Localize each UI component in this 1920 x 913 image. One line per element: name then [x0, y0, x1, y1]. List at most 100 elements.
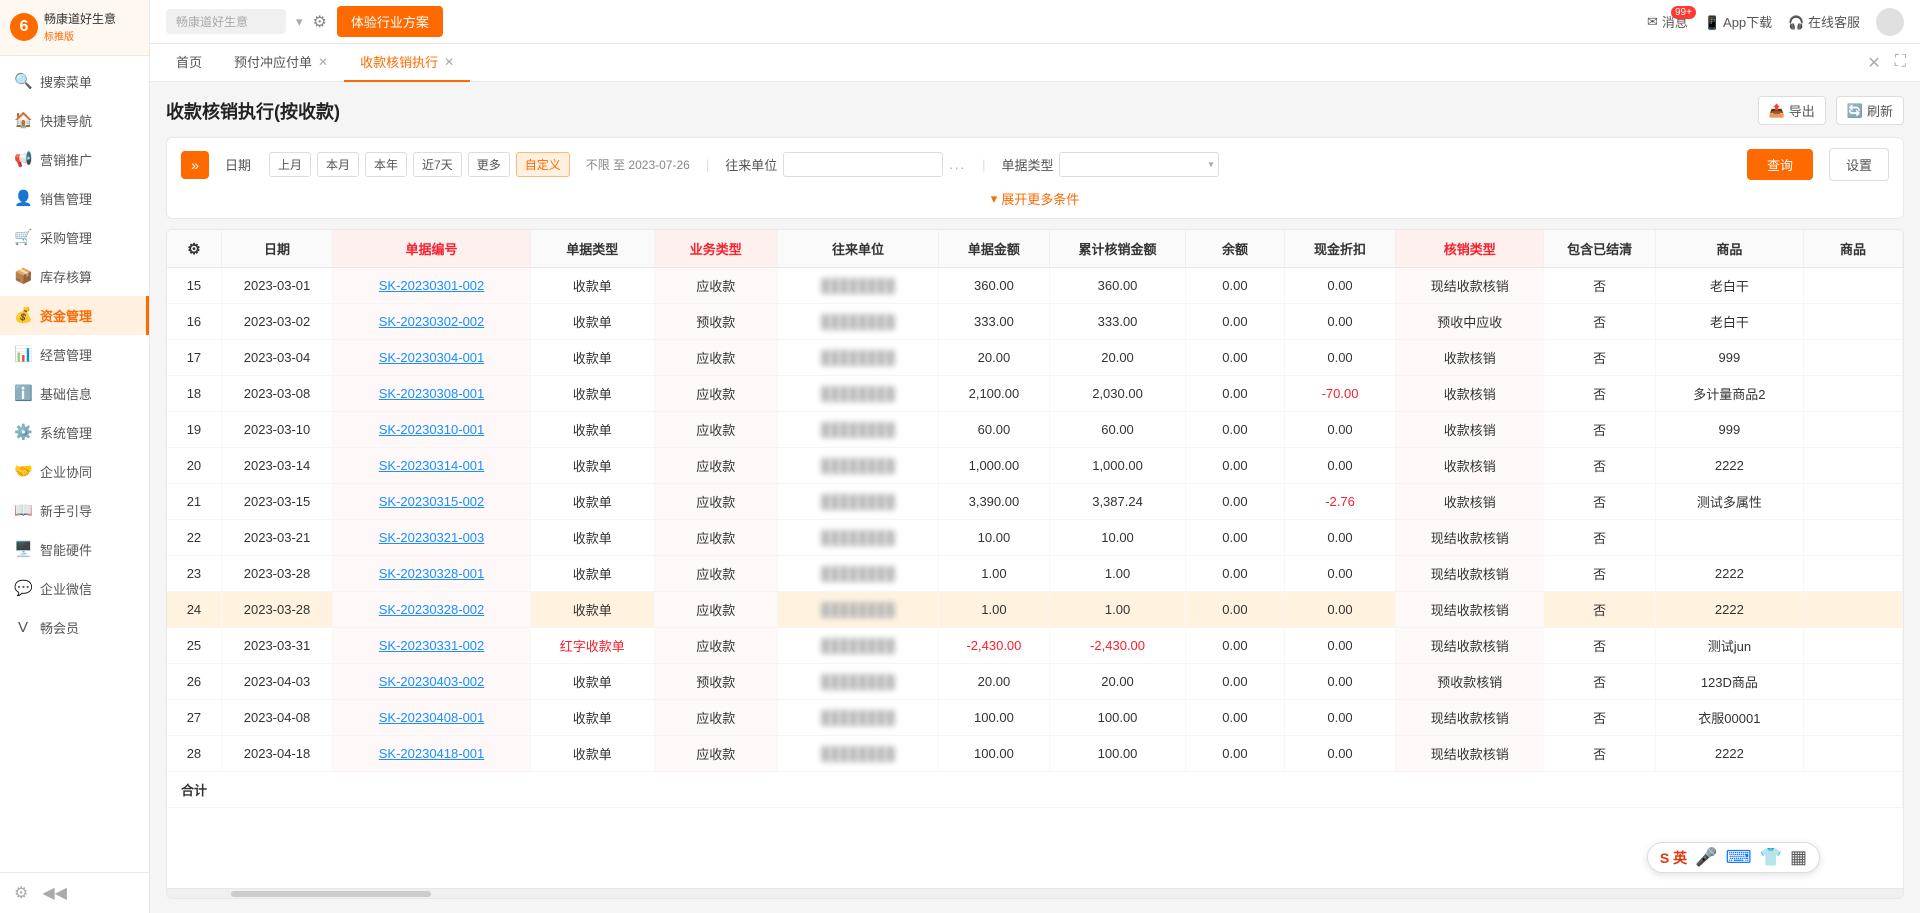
- sidebar-logo: 6 畅康道好生意 标推版: [0, 0, 149, 56]
- doc-no-link[interactable]: SK-20230328-002: [379, 602, 485, 617]
- tab-home[interactable]: 首页: [160, 44, 218, 82]
- sidebar-item-operations[interactable]: 📊经营管理: [0, 335, 149, 374]
- table-row[interactable]: 152023-03-01SK-20230301-002收款单应收款███████…: [167, 268, 1903, 304]
- refresh-button[interactable]: 🔄 刷新: [1836, 96, 1904, 125]
- sidebar-item-cooperation[interactable]: 🤝企业协同: [0, 452, 149, 491]
- table-row[interactable]: 212023-03-15SK-20230315-002收款单应收款███████…: [167, 484, 1903, 520]
- partner-input[interactable]: [783, 152, 943, 177]
- ime-mic-icon[interactable]: 🎤: [1695, 847, 1717, 868]
- cell-doc-no[interactable]: SK-20230314-001: [333, 448, 531, 484]
- doc-no-link[interactable]: SK-20230314-001: [379, 458, 485, 473]
- doc-no-link[interactable]: SK-20230304-001: [379, 350, 485, 365]
- date-custom-button[interactable]: 自定义: [516, 152, 570, 177]
- tab-close-receipt[interactable]: ✕: [444, 55, 454, 69]
- table-row[interactable]: 262023-04-03SK-20230403-002收款单预收款███████…: [167, 664, 1903, 700]
- sidebar-item-search[interactable]: 🔍搜索菜单: [0, 62, 149, 101]
- doc-no-link[interactable]: SK-20230321-003: [379, 530, 485, 545]
- table-scroll-area[interactable]: ⚙日期单据编号单据类型业务类型往来单位单据金额累计核销金额余额现金折扣核销类型包…: [167, 230, 1903, 888]
- cell-doc-no[interactable]: SK-20230302-002: [333, 304, 531, 340]
- cell-doc-no[interactable]: SK-20230408-001: [333, 700, 531, 736]
- messages-button[interactable]: ✉ 消息 99+: [1647, 12, 1688, 31]
- cell-doc-no[interactable]: SK-20230328-001: [333, 556, 531, 592]
- ime-grid-icon[interactable]: ▦: [1790, 847, 1807, 868]
- doc-no-link[interactable]: SK-20230331-002: [379, 638, 485, 653]
- sidebar-item-sales[interactable]: 👤销售管理: [0, 179, 149, 218]
- cell-doc-no[interactable]: SK-20230328-002: [333, 592, 531, 628]
- sidebar-item-marketing[interactable]: 📢营销推广: [0, 140, 149, 179]
- sidebar-item-basics[interactable]: ℹ️基础信息: [0, 374, 149, 413]
- doc-no-link[interactable]: SK-20230408-001: [379, 710, 485, 725]
- sidebar-item-member[interactable]: V畅会员: [0, 608, 149, 647]
- sidebar-item-guide[interactable]: 📖新手引导: [0, 491, 149, 530]
- date-option-0[interactable]: 上月: [269, 152, 311, 177]
- table-row[interactable]: 282023-04-18SK-20230418-001收款单应收款███████…: [167, 736, 1903, 772]
- date-option-2[interactable]: 本年: [365, 152, 407, 177]
- close-window-icon[interactable]: ✕: [1863, 49, 1884, 77]
- table-row[interactable]: 202023-03-14SK-20230314-001收款单应收款███████…: [167, 448, 1903, 484]
- expand-filters-button[interactable]: ▾ 展开更多条件: [181, 189, 1889, 208]
- settings-button[interactable]: 设置: [1829, 148, 1889, 181]
- sidebar-item-system[interactable]: ⚙️系统管理: [0, 413, 149, 452]
- sidebar-item-wechat[interactable]: 💬企业微信: [0, 569, 149, 608]
- table-row[interactable]: 162023-03-02SK-20230302-002收款单预收款███████…: [167, 304, 1903, 340]
- table-row[interactable]: 242023-03-28SK-20230328-002收款单应收款███████…: [167, 592, 1903, 628]
- table-row[interactable]: 182023-03-08SK-20230308-001收款单应收款███████…: [167, 376, 1903, 412]
- sidebar-item-shortcut[interactable]: 🏠快捷导航: [0, 101, 149, 140]
- table-row[interactable]: 222023-03-21SK-20230321-003收款单应收款███████…: [167, 520, 1903, 556]
- doc-no-link[interactable]: SK-20230302-002: [379, 314, 485, 329]
- cell-doc-no[interactable]: SK-20230308-001: [333, 376, 531, 412]
- ime-shirt-icon[interactable]: 👕: [1760, 847, 1782, 868]
- table-row[interactable]: 172023-03-04SK-20230304-001收款单应收款███████…: [167, 340, 1903, 376]
- expand-window-icon[interactable]: ⛶: [1891, 49, 1910, 77]
- query-button[interactable]: 查询: [1747, 149, 1813, 180]
- ime-keyboard-icon[interactable]: ⌨: [1726, 847, 1752, 868]
- settings-icon[interactable]: ⚙: [14, 883, 28, 903]
- doc-no-link[interactable]: SK-20230310-001: [379, 422, 485, 437]
- sales-icon: 👤: [14, 189, 32, 207]
- cell-doc-no[interactable]: SK-20230310-001: [333, 412, 531, 448]
- doc-type-select[interactable]: [1059, 152, 1219, 177]
- date-option-3[interactable]: 近7天: [413, 152, 462, 177]
- doc-no-link[interactable]: SK-20230308-001: [379, 386, 485, 401]
- main-content: 畅康道好生意 ▾ ⚙ 体验行业方案 ✉ 消息 99+ 📱 App下载 🎧 在线客…: [150, 0, 1920, 913]
- tab-payable[interactable]: 预付冲应付单✕: [218, 44, 344, 82]
- sidebar-item-hardware[interactable]: 🖥️智能硬件: [0, 530, 149, 569]
- solution-button[interactable]: 体验行业方案: [337, 6, 443, 37]
- table-gear-icon[interactable]: ⚙: [187, 241, 200, 258]
- tab-receipt[interactable]: 收款核销执行✕: [344, 44, 470, 82]
- collapse-icon[interactable]: ◀◀: [42, 883, 67, 903]
- cell-doc-no[interactable]: SK-20230304-001: [333, 340, 531, 376]
- doc-no-link[interactable]: SK-20230328-001: [379, 566, 485, 581]
- filter-toggle-button[interactable]: »: [181, 151, 209, 179]
- doc-no-link[interactable]: SK-20230315-002: [379, 494, 485, 509]
- topbar-gear-icon[interactable]: ⚙: [313, 12, 327, 32]
- cell-doc-no[interactable]: SK-20230301-002: [333, 268, 531, 304]
- sidebar-item-purchase[interactable]: 🛒采购管理: [0, 218, 149, 257]
- date-option-1[interactable]: 本月: [317, 152, 359, 177]
- user-avatar[interactable]: [1876, 8, 1904, 36]
- app-download-link[interactable]: 📱 App下载: [1704, 12, 1772, 31]
- table-row[interactable]: 252023-03-31SK-20230331-002红字收款单应收款█████…: [167, 628, 1903, 664]
- online-support-link[interactable]: 🎧 在线客服: [1788, 12, 1860, 31]
- cell-doc-no[interactable]: SK-20230321-003: [333, 520, 531, 556]
- table-row[interactable]: 272023-04-08SK-20230408-001收款单应收款███████…: [167, 700, 1903, 736]
- horizontal-scrollbar[interactable]: [167, 888, 1903, 898]
- cell-date: 2023-03-01: [221, 268, 332, 304]
- tab-close-payable[interactable]: ✕: [318, 55, 328, 69]
- scrollbar-thumb[interactable]: [231, 891, 431, 897]
- table-row[interactable]: 232023-03-28SK-20230328-001收款单应收款███████…: [167, 556, 1903, 592]
- sidebar-item-finance[interactable]: 💰资金管理: [0, 296, 149, 335]
- table-row[interactable]: 192023-03-10SK-20230310-001收款单应收款███████…: [167, 412, 1903, 448]
- partner-dots[interactable]: ...: [949, 157, 966, 172]
- column-header-3: 单据类型: [530, 230, 654, 268]
- cell-doc-no[interactable]: SK-20230315-002: [333, 484, 531, 520]
- sidebar-item-inventory[interactable]: 📦库存核算: [0, 257, 149, 296]
- doc-no-link[interactable]: SK-20230418-001: [379, 746, 485, 761]
- export-button[interactable]: 📤 导出: [1758, 96, 1826, 125]
- cell-doc-no[interactable]: SK-20230403-002: [333, 664, 531, 700]
- date-option-4[interactable]: 更多: [468, 152, 510, 177]
- doc-no-link[interactable]: SK-20230403-002: [379, 674, 485, 689]
- cell-doc-no[interactable]: SK-20230331-002: [333, 628, 531, 664]
- doc-no-link[interactable]: SK-20230301-002: [379, 278, 485, 293]
- cell-doc-no[interactable]: SK-20230418-001: [333, 736, 531, 772]
